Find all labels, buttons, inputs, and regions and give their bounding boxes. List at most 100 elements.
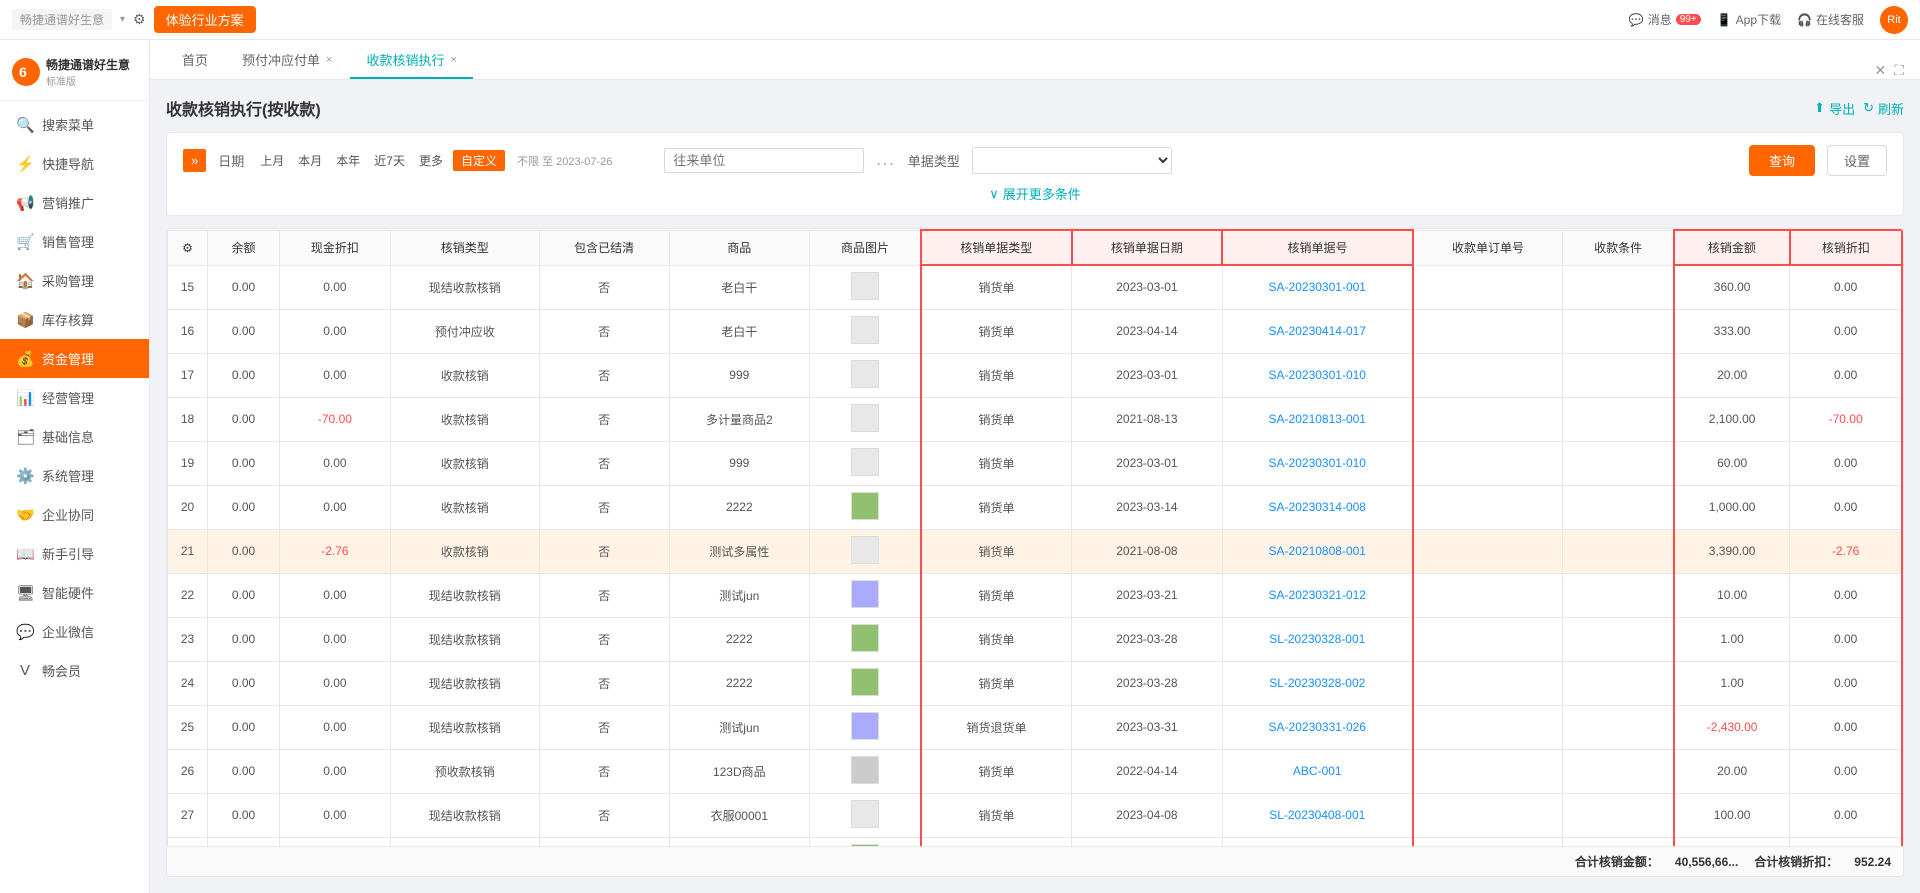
cell-bill-no[interactable]: SL-20230418-001 [1222, 837, 1413, 846]
cell-discount: 0.00 [1790, 705, 1902, 749]
bill-type-label: 单据类型 [908, 151, 960, 170]
message-btn[interactable]: 💬 消息 99+ [1629, 11, 1701, 28]
bill-no-link[interactable]: SA-20230321-012 [1269, 588, 1366, 602]
sidebar-item-guide[interactable]: 📖 新手引导 [0, 534, 149, 573]
sidebar-item-hardware[interactable]: 🖥 智能硬件 [0, 573, 149, 612]
table-scroll[interactable]: ⚙ 余额 现金折扣 核销类型 包含已结清 商品 商品图片 核销单据类型 核销单据… [167, 229, 1903, 846]
more-btn[interactable]: 更多 [415, 150, 447, 171]
table-row[interactable]: 21 0.00 -2.76 收款核销 否 测试多属性 销货单 2021-08-0… [168, 529, 1903, 573]
sidebar-item-quicknav[interactable]: ⚡ 快捷导航 [0, 144, 149, 183]
bill-no-link[interactable]: SA-20230301-001 [1269, 280, 1366, 294]
gear-settings-icon[interactable]: ⚙ [182, 241, 193, 255]
query-btn[interactable]: 查询 [1749, 145, 1815, 176]
bill-no-link[interactable]: SA-20230331-026 [1269, 720, 1366, 734]
collapse-btn[interactable]: » [183, 149, 206, 172]
cell-bill-no[interactable]: SA-20210813-001 [1222, 397, 1413, 441]
dropdown-arrow-icon[interactable]: ▾ [120, 14, 125, 25]
last-month-btn[interactable]: 上月 [256, 150, 288, 171]
export-btn[interactable]: ⬆ 导出 [1814, 99, 1855, 118]
table-row[interactable]: 24 0.00 0.00 现结收款核销 否 2222 销货单 2023-03-2… [168, 661, 1903, 705]
cell-type: 收款核销 [390, 397, 539, 441]
cell-bill-no[interactable]: SA-20210808-001 [1222, 529, 1413, 573]
cell-bill-no[interactable]: SA-20230301-010 [1222, 441, 1413, 485]
table-row[interactable]: 27 0.00 0.00 现结收款核销 否 衣服00001 销货单 2023-0… [168, 793, 1903, 837]
tab-prepay-close-icon[interactable]: × [326, 54, 332, 66]
bill-no-link[interactable]: ABC-001 [1293, 764, 1342, 778]
tab-fullscreen-btn[interactable]: ⛶ [1894, 62, 1904, 79]
sidebar-item-search[interactable]: 🔍 搜索菜单 [0, 105, 149, 144]
bill-no-link[interactable]: SA-20230414-017 [1269, 324, 1366, 338]
table-row[interactable]: 25 0.00 0.00 现结收款核销 否 测试jun 销货退货单 2023-0… [168, 705, 1903, 749]
bill-no-link[interactable]: SA-20210808-001 [1269, 544, 1366, 558]
cell-bill-no[interactable]: SA-20230414-017 [1222, 309, 1413, 353]
filter-settings-btn[interactable]: 设置 [1827, 145, 1887, 176]
tab-receipt[interactable]: 收款核销执行 × [350, 42, 472, 79]
last-7-btn[interactable]: 近7天 [370, 150, 409, 171]
table-row[interactable]: 15 0.00 0.00 现结收款核销 否 老白干 销货单 2023-03-01… [168, 265, 1903, 309]
sidebar-item-member[interactable]: V 畅会员 [0, 651, 149, 690]
sidebar-item-system[interactable]: ⚙️ 系统管理 [0, 456, 149, 495]
refresh-btn[interactable]: ↻ 刷新 [1863, 99, 1904, 118]
partner-input[interactable] [664, 148, 864, 173]
cell-bill-no[interactable]: SA-20230321-012 [1222, 573, 1413, 617]
cell-receipt-cond [1563, 573, 1674, 617]
tab-prepay[interactable]: 预付冲应付单 × [226, 42, 348, 79]
custom-btn[interactable]: 自定义 [453, 150, 505, 171]
app-icon: 📱 [1717, 13, 1732, 27]
bill-no-link[interactable]: SA-20230301-010 [1269, 368, 1366, 382]
this-month-btn[interactable]: 本月 [294, 150, 326, 171]
expand-btn[interactable]: ∨ 展开更多条件 [989, 184, 1081, 203]
cell-bill-no[interactable]: ABC-001 [1222, 749, 1413, 793]
table-row[interactable]: 18 0.00 -70.00 收款核销 否 多计量商品2 销货单 2021-08… [168, 397, 1903, 441]
bill-no-link[interactable]: SL-20230328-001 [1269, 632, 1365, 646]
sales-icon: 🛒 [16, 233, 34, 251]
tab-receipt-close-icon[interactable]: × [450, 54, 456, 66]
sidebar-item-basic[interactable]: 🗂 基础信息 [0, 417, 149, 456]
table-row[interactable]: 28 0.00 0.00 现结收款核销 否 2222 销货单 2023-04-1… [168, 837, 1903, 846]
tab-home-label: 首页 [182, 50, 208, 69]
table-row[interactable]: 23 0.00 0.00 现结收款核销 否 2222 销货单 2023-03-2… [168, 617, 1903, 661]
cell-bill-no[interactable]: SA-20230301-010 [1222, 353, 1413, 397]
table-row[interactable]: 20 0.00 0.00 收款核销 否 2222 销货单 2023-03-14 … [168, 485, 1903, 529]
sidebar-item-marketing[interactable]: 📢 营销推广 [0, 183, 149, 222]
sidebar-label-member: 畅会员 [42, 661, 81, 680]
sidebar-item-collab[interactable]: 🤝 企业协同 [0, 495, 149, 534]
cell-bill-no[interactable]: SA-20230314-008 [1222, 485, 1413, 529]
tab-home[interactable]: 首页 [166, 42, 224, 79]
sidebar-item-inventory[interactable]: 📦 库存核算 [0, 300, 149, 339]
bill-no-link[interactable]: SA-20230314-008 [1269, 500, 1366, 514]
col-gear[interactable]: ⚙ [168, 230, 208, 265]
online-service-btn[interactable]: 🎧 在线客服 [1797, 11, 1864, 28]
app-download-btn[interactable]: 📱 App下载 [1717, 11, 1781, 28]
sidebar-item-purchase[interactable]: 🏠 采购管理 [0, 261, 149, 300]
sidebar-item-wechat[interactable]: 💬 企业微信 [0, 612, 149, 651]
cell-bill-no[interactable]: SA-20230331-026 [1222, 705, 1413, 749]
bill-type-select[interactable] [972, 147, 1172, 174]
cell-goods: 2222 [669, 661, 810, 705]
bill-no-link[interactable]: SL-20230408-001 [1269, 808, 1365, 822]
industry-btn[interactable]: 体验行业方案 [154, 6, 256, 33]
cell-bill-no[interactable]: SL-20230328-002 [1222, 661, 1413, 705]
sidebar-item-operations[interactable]: 📊 经营管理 [0, 378, 149, 417]
partner-dots-icon[interactable]: ... [876, 152, 895, 170]
bill-no-link[interactable]: SA-20230301-010 [1269, 456, 1366, 470]
tab-close-btn[interactable]: ✕ [1874, 62, 1886, 79]
settings-icon[interactable]: ⚙ [133, 11, 146, 28]
sidebar-label-hardware: 智能硬件 [42, 583, 94, 602]
cell-bill-no[interactable]: SL-20230408-001 [1222, 793, 1413, 837]
table-row[interactable]: 16 0.00 0.00 预付冲应收 否 老白干 销货单 2023-04-14 … [168, 309, 1903, 353]
table-row[interactable]: 19 0.00 0.00 收款核销 否 999 销货单 2023-03-01 S… [168, 441, 1903, 485]
cell-bill-no[interactable]: SL-20230328-001 [1222, 617, 1413, 661]
bill-no-link[interactable]: SA-20210813-001 [1269, 412, 1366, 426]
bill-no-link[interactable]: SL-20230328-002 [1269, 676, 1365, 690]
table-row[interactable]: 22 0.00 0.00 现结收款核销 否 测试jun 销货单 2023-03-… [168, 573, 1903, 617]
sidebar-item-sales[interactable]: 🛒 销售管理 [0, 222, 149, 261]
sidebar-item-finance[interactable]: 💰 资金管理 [0, 339, 149, 378]
cell-type: 现结收款核销 [390, 661, 539, 705]
user-avatar[interactable]: Rit [1880, 6, 1908, 34]
table-row[interactable]: 17 0.00 0.00 收款核销 否 999 销货单 2023-03-01 S… [168, 353, 1903, 397]
cell-bill-no[interactable]: SA-20230301-001 [1222, 265, 1413, 309]
this-year-btn[interactable]: 本年 [332, 150, 364, 171]
cell-receipt-cond [1563, 837, 1674, 846]
table-row[interactable]: 26 0.00 0.00 预收款核销 否 123D商品 销货单 2022-04-… [168, 749, 1903, 793]
